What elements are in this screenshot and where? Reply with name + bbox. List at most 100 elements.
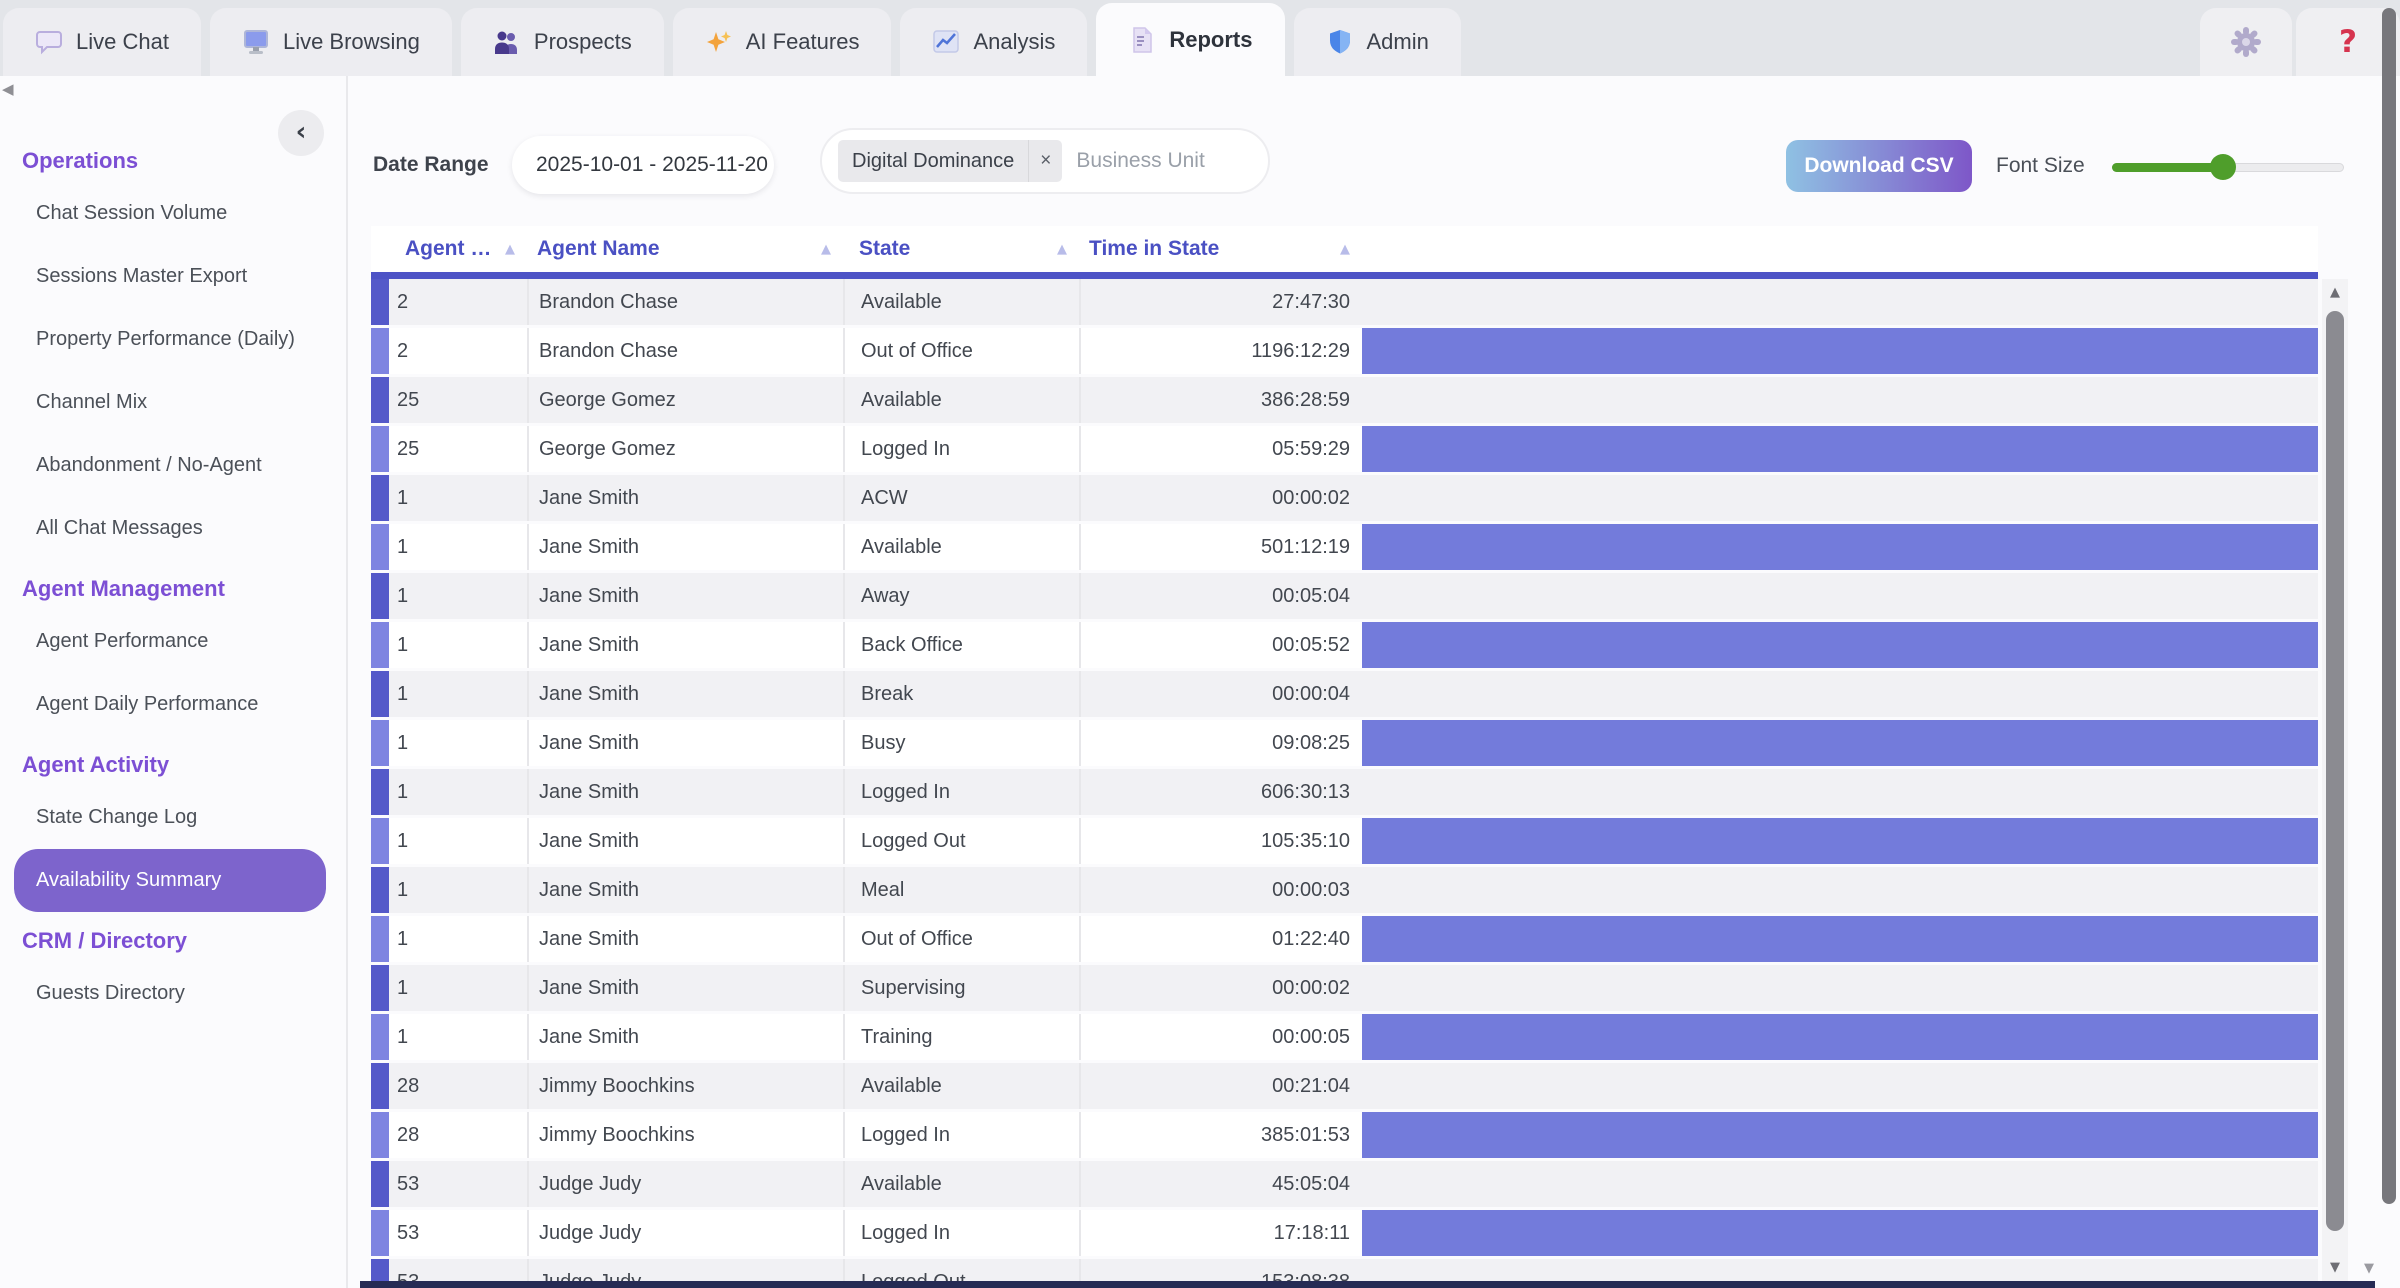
sidebar-item-availability-summary[interactable]: Availability Summary <box>14 849 326 912</box>
row-state-marker <box>371 1112 389 1158</box>
sidebar-item-channel-mix[interactable]: Channel Mix <box>14 371 346 434</box>
page-scrollbar-thumb[interactable] <box>2382 8 2396 1204</box>
row-state-marker <box>371 671 389 717</box>
tab-ai-features[interactable]: AI Features <box>673 8 892 76</box>
cell-state: ACW <box>843 475 1079 521</box>
sort-asc-icon[interactable]: ▲ <box>1057 242 1067 257</box>
sidebar-item-agent-daily-performance[interactable]: Agent Daily Performance <box>14 673 346 736</box>
chip-remove-icon[interactable]: × <box>1028 140 1062 182</box>
table-row[interactable]: 28Jimmy BoochkinsAvailable00:21:04 <box>371 1063 2318 1109</box>
tab-reports[interactable]: Reports <box>1096 3 1284 76</box>
date-range-input[interactable]: 2025-10-01 - 2025-11-20 <box>512 136 774 194</box>
row-state-marker <box>371 1161 389 1207</box>
page-scroll-down-icon[interactable]: ▼ <box>2364 1261 2374 1276</box>
cell-agent-name: Jane Smith <box>527 1014 843 1060</box>
tab-prospects[interactable]: Prospects <box>461 8 664 76</box>
download-csv-button[interactable]: Download CSV <box>1786 140 1972 192</box>
time-bar <box>1362 916 2318 962</box>
tab-admin[interactable]: Admin <box>1294 8 1461 76</box>
sidebar-item-agent-performance[interactable]: Agent Performance <box>14 610 346 673</box>
filter-chip: Digital Dominance × <box>838 140 1062 182</box>
bar-region-empty <box>1362 867 2318 913</box>
business-unit-filter[interactable]: Digital Dominance × Business Unit <box>820 128 1270 194</box>
column-header-time-in-state[interactable]: Time in State ▲ <box>1079 226 1362 272</box>
settings-button[interactable] <box>2200 8 2292 76</box>
sidebar-item-state-change-log[interactable]: State Change Log <box>14 786 346 849</box>
cell-state: Break <box>843 671 1079 717</box>
cell-agent-id: 28 <box>389 1063 527 1109</box>
time-bar <box>1362 1210 2318 1256</box>
scroll-up-arrow-icon[interactable]: ▲ <box>2322 285 2348 300</box>
table-row[interactable]: 1Jane SmithSupervising00:00:02 <box>371 965 2318 1011</box>
sidebar-item-chat-session-volume[interactable]: Chat Session Volume <box>14 182 346 245</box>
horizontal-scrollbar-thumb[interactable] <box>360 1281 2375 1288</box>
table-row[interactable]: 2Brandon ChaseOut of Office1196:12:29 <box>371 328 2318 374</box>
cell-state: Back Office <box>843 622 1079 668</box>
table-row[interactable]: 25George GomezAvailable386:28:59 <box>371 377 2318 423</box>
cell-state: Busy <box>843 720 1079 766</box>
column-header-state[interactable]: State ▲ <box>843 226 1079 272</box>
table-scrollbar-thumb[interactable] <box>2326 311 2344 1231</box>
table-row[interactable]: 1Jane SmithOut of Office01:22:40 <box>371 916 2318 962</box>
cell-state: Away <box>843 573 1079 619</box>
table-row[interactable]: 2Brandon ChaseAvailable27:47:30 <box>371 279 2318 325</box>
table-scrollbar[interactable]: ▲ ▼ <box>2322 279 2348 1281</box>
cell-state: Supervising <box>843 965 1079 1011</box>
sidebar-item-guests-directory[interactable]: Guests Directory <box>14 962 346 1025</box>
row-state-marker <box>371 1063 389 1109</box>
table-row[interactable]: 1Jane SmithACW00:00:02 <box>371 475 2318 521</box>
row-state-marker <box>371 916 389 962</box>
slider-fill <box>2112 163 2223 172</box>
table-row[interactable]: 1Jane SmithBreak00:00:04 <box>371 671 2318 717</box>
row-state-marker <box>371 279 389 325</box>
chart-icon <box>932 28 960 56</box>
table-row[interactable]: 1Jane SmithAvailable501:12:19 <box>371 524 2318 570</box>
filter-chip-label: Digital Dominance <box>838 150 1028 173</box>
table-row[interactable]: 25George GomezLogged In05:59:29 <box>371 426 2318 472</box>
tab-analysis[interactable]: Analysis <box>900 8 1087 76</box>
cell-time-in-state: 385:01:53 <box>1079 1112 1362 1158</box>
sidebar-item-all-chat-messages[interactable]: All Chat Messages <box>14 497 346 560</box>
row-state-marker <box>371 524 389 570</box>
row-state-marker <box>371 818 389 864</box>
table-row[interactable]: 1Jane SmithBack Office00:05:52 <box>371 622 2318 668</box>
cell-agent-id: 2 <box>389 328 527 374</box>
scroll-left-arrow-icon[interactable]: ◀ <box>2 80 14 98</box>
sidebar-item-sessions-master-export[interactable]: Sessions Master Export <box>14 245 346 308</box>
table-row[interactable]: 1Jane SmithMeal00:00:03 <box>371 867 2318 913</box>
sidebar-item-abandonment-no-agent[interactable]: Abandonment / No-Agent <box>14 434 346 497</box>
cell-agent-id: 1 <box>389 1014 527 1060</box>
column-header-agent-id[interactable]: Agent … ▲ <box>371 226 527 272</box>
scroll-down-arrow-icon[interactable]: ▼ <box>2322 1260 2348 1275</box>
table-row[interactable]: 1Jane SmithAway00:05:04 <box>371 573 2318 619</box>
tab-live-chat[interactable]: Live Chat <box>3 8 201 76</box>
sidebar-item-property-performance-daily[interactable]: Property Performance (Daily) <box>14 308 346 371</box>
cell-time-in-state: 00:21:04 <box>1079 1063 1362 1109</box>
column-header-agent-name[interactable]: Agent Name ▲ <box>527 226 843 272</box>
table-row[interactable]: 28Jimmy BoochkinsLogged In385:01:53 <box>371 1112 2318 1158</box>
slider-thumb[interactable] <box>2210 154 2236 180</box>
table-row[interactable]: 53Judge JudyAvailable45:05:04 <box>371 1161 2318 1207</box>
cell-agent-name: Jane Smith <box>527 867 843 913</box>
sort-asc-icon[interactable]: ▲ <box>1340 242 1350 257</box>
table-row[interactable]: 53Judge JudyLogged In17:18:11 <box>371 1210 2318 1256</box>
cell-agent-id: 1 <box>389 573 527 619</box>
cell-time-in-state: 01:22:40 <box>1079 916 1362 962</box>
table-row[interactable]: 1Jane SmithLogged In606:30:13 <box>371 769 2318 815</box>
bar-region-empty <box>1362 965 2318 1011</box>
table-row[interactable]: 1Jane SmithBusy09:08:25 <box>371 720 2318 766</box>
font-size-slider[interactable] <box>2112 151 2344 183</box>
sort-asc-icon[interactable]: ▲ <box>821 242 831 257</box>
cell-state: Logged In <box>843 1210 1079 1256</box>
bar-region-empty <box>1362 573 2318 619</box>
cell-agent-id: 25 <box>389 377 527 423</box>
sidebar-section-heading: CRM / Directory <box>14 912 346 962</box>
time-bar <box>1362 426 2318 472</box>
tab-label: Admin <box>1367 29 1429 55</box>
tab-live-browsing[interactable]: Live Browsing <box>210 8 452 76</box>
table-row[interactable]: 1Jane SmithTraining00:00:05 <box>371 1014 2318 1060</box>
table-row[interactable]: 1Jane SmithLogged Out105:35:10 <box>371 818 2318 864</box>
sort-asc-icon[interactable]: ▲ <box>505 242 515 257</box>
row-state-marker <box>371 622 389 668</box>
cell-time-in-state: 00:05:52 <box>1079 622 1362 668</box>
